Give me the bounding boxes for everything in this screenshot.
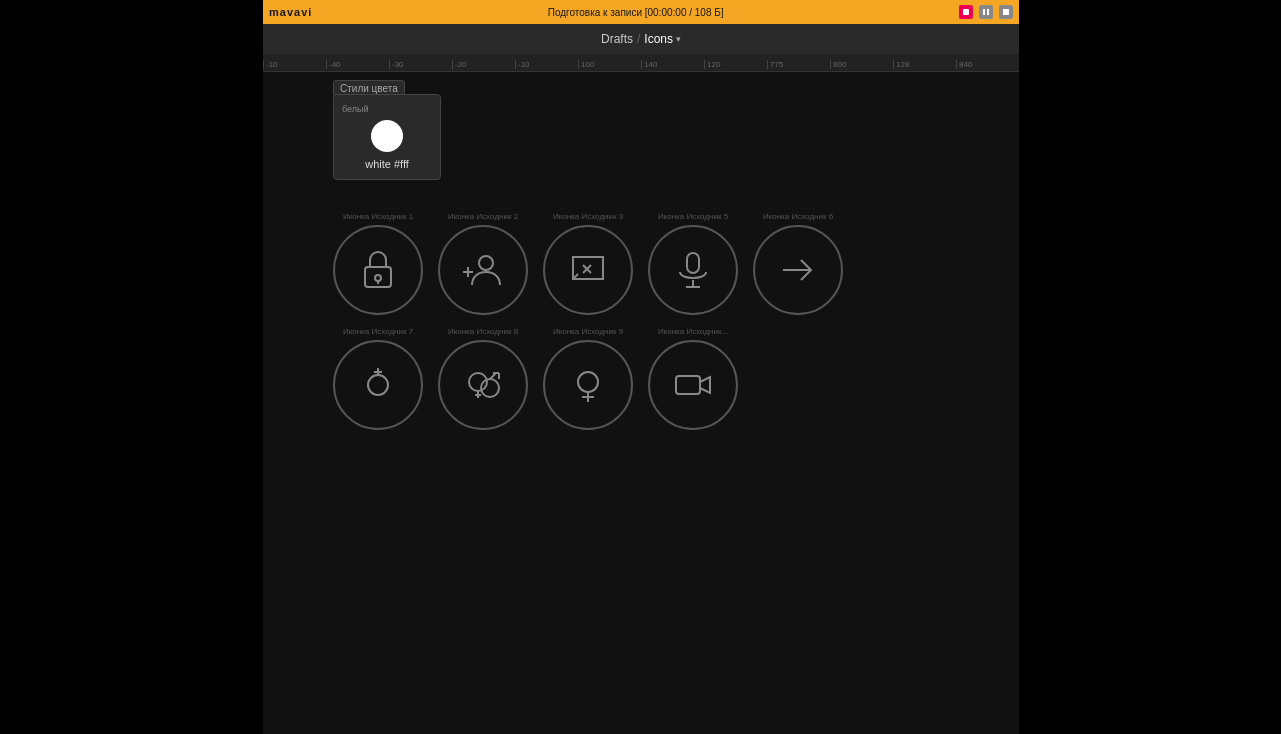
- ruler-tick: -20: [452, 60, 515, 69]
- icon-item-9: Иконка Исходник...: [648, 327, 738, 430]
- svg-point-7: [479, 256, 493, 270]
- icons-section: Иконка Исходник 1 Иконка Исходник 2: [333, 212, 843, 442]
- main-area: mavavi Подготовка к записи [00:00:00 / 1…: [263, 0, 1019, 734]
- svg-point-5: [375, 275, 381, 281]
- icon-lock[interactable]: [333, 225, 423, 315]
- svg-rect-12: [687, 253, 699, 273]
- ruler: -10 -40 -30 -20 -10 100 140 120 775 800 …: [263, 54, 1019, 72]
- breadcrumb-current[interactable]: Icons ▾: [644, 32, 681, 46]
- svg-rect-0: [963, 9, 969, 15]
- ruler-tick: -40: [326, 60, 389, 69]
- svg-rect-3: [1003, 9, 1009, 15]
- color-swatch: [371, 120, 403, 152]
- canvas-area: Стили цвета белый white #fff Иконка Исхо…: [263, 72, 1019, 734]
- ruler-tick: 100: [578, 60, 641, 69]
- icon-label-1: Иконка Исходник 1: [333, 212, 423, 221]
- icon-item-3: Иконка Исходник 3: [543, 212, 633, 315]
- icon-item-1: Иконка Исходник 1: [333, 212, 423, 315]
- top-bar: mavavi Подготовка к записи [00:00:00 / 1…: [263, 0, 1019, 24]
- icon-label-9: Иконка Исходник...: [648, 327, 738, 336]
- ruler-tick: 800: [830, 60, 893, 69]
- icon-gender-both[interactable]: [438, 340, 528, 430]
- icon-microphone[interactable]: [648, 225, 738, 315]
- breadcrumb-current-label: Icons: [644, 32, 673, 46]
- icons-row-1: Иконка Исходник 1 Иконка Исходник 2: [333, 212, 843, 315]
- svg-rect-2: [987, 9, 989, 15]
- svg-rect-1: [983, 9, 985, 15]
- icon-item-6: Иконка Исходник 7: [333, 327, 423, 430]
- app-logo: mavavi: [269, 6, 312, 18]
- icon-label-7: Иконка Исходник 8: [438, 327, 528, 336]
- icon-video-camera[interactable]: [648, 340, 738, 430]
- icon-label-6: Иконка Исходник 7: [333, 327, 423, 336]
- color-sublabel: белый: [334, 104, 369, 114]
- ruler-tick: 128: [893, 60, 956, 69]
- chevron-down-icon: ▾: [676, 34, 681, 44]
- side-panel-left: [0, 0, 263, 734]
- icon-gender-female[interactable]: [543, 340, 633, 430]
- ruler-tick: 120: [704, 60, 767, 69]
- svg-rect-29: [676, 376, 700, 394]
- icon-label-2: Иконка Исходник 2: [438, 212, 528, 221]
- icon-add-user[interactable]: [438, 225, 528, 315]
- record-button[interactable]: [959, 5, 973, 19]
- icon-gender-male[interactable]: [333, 340, 423, 430]
- color-card[interactable]: белый white #fff: [333, 94, 441, 180]
- side-panel-right: [1019, 0, 1281, 734]
- icon-label-3: Иконка Исходник 3: [543, 212, 633, 221]
- pause-button[interactable]: [979, 5, 993, 19]
- ruler-tick: 140: [641, 60, 704, 69]
- icon-label-4: Иконка Исходник 5: [648, 212, 738, 221]
- icon-label-8: Иконка Исходник 9: [543, 327, 633, 336]
- icon-item-5: Иконка Исходник 6: [753, 212, 843, 315]
- breadcrumb-drafts[interactable]: Drafts: [601, 32, 633, 46]
- ruler-tick: -10: [263, 60, 326, 69]
- svg-point-26: [578, 372, 598, 392]
- svg-point-16: [368, 375, 388, 395]
- icon-label-5: Иконка Исходник 6: [753, 212, 843, 221]
- stop-button[interactable]: [999, 5, 1013, 19]
- ruler-tick: -10: [515, 60, 578, 69]
- icon-item-4: Иконка Исходник 5: [648, 212, 738, 315]
- icon-arrow-right[interactable]: [753, 225, 843, 315]
- icons-row-2: Иконка Исходник 7 Иконка Исходник 8: [333, 327, 843, 430]
- ruler-tick: 775: [767, 60, 830, 69]
- breadcrumb-separator: /: [637, 32, 640, 46]
- ruler-tick: -30: [389, 60, 452, 69]
- breadcrumb-bar: Drafts / Icons ▾: [263, 24, 1019, 54]
- ruler-tick: 840: [956, 60, 1019, 69]
- icon-item-8: Иконка Исходник 9: [543, 327, 633, 430]
- icon-item-2: Иконка Исходник 2: [438, 212, 528, 315]
- recording-status: Подготовка к записи [00:00:00 / 108 Б]: [318, 7, 953, 18]
- color-name: white #fff: [365, 158, 409, 170]
- icon-item-7: Иконка Исходник 8: [438, 327, 528, 430]
- icon-message-x[interactable]: [543, 225, 633, 315]
